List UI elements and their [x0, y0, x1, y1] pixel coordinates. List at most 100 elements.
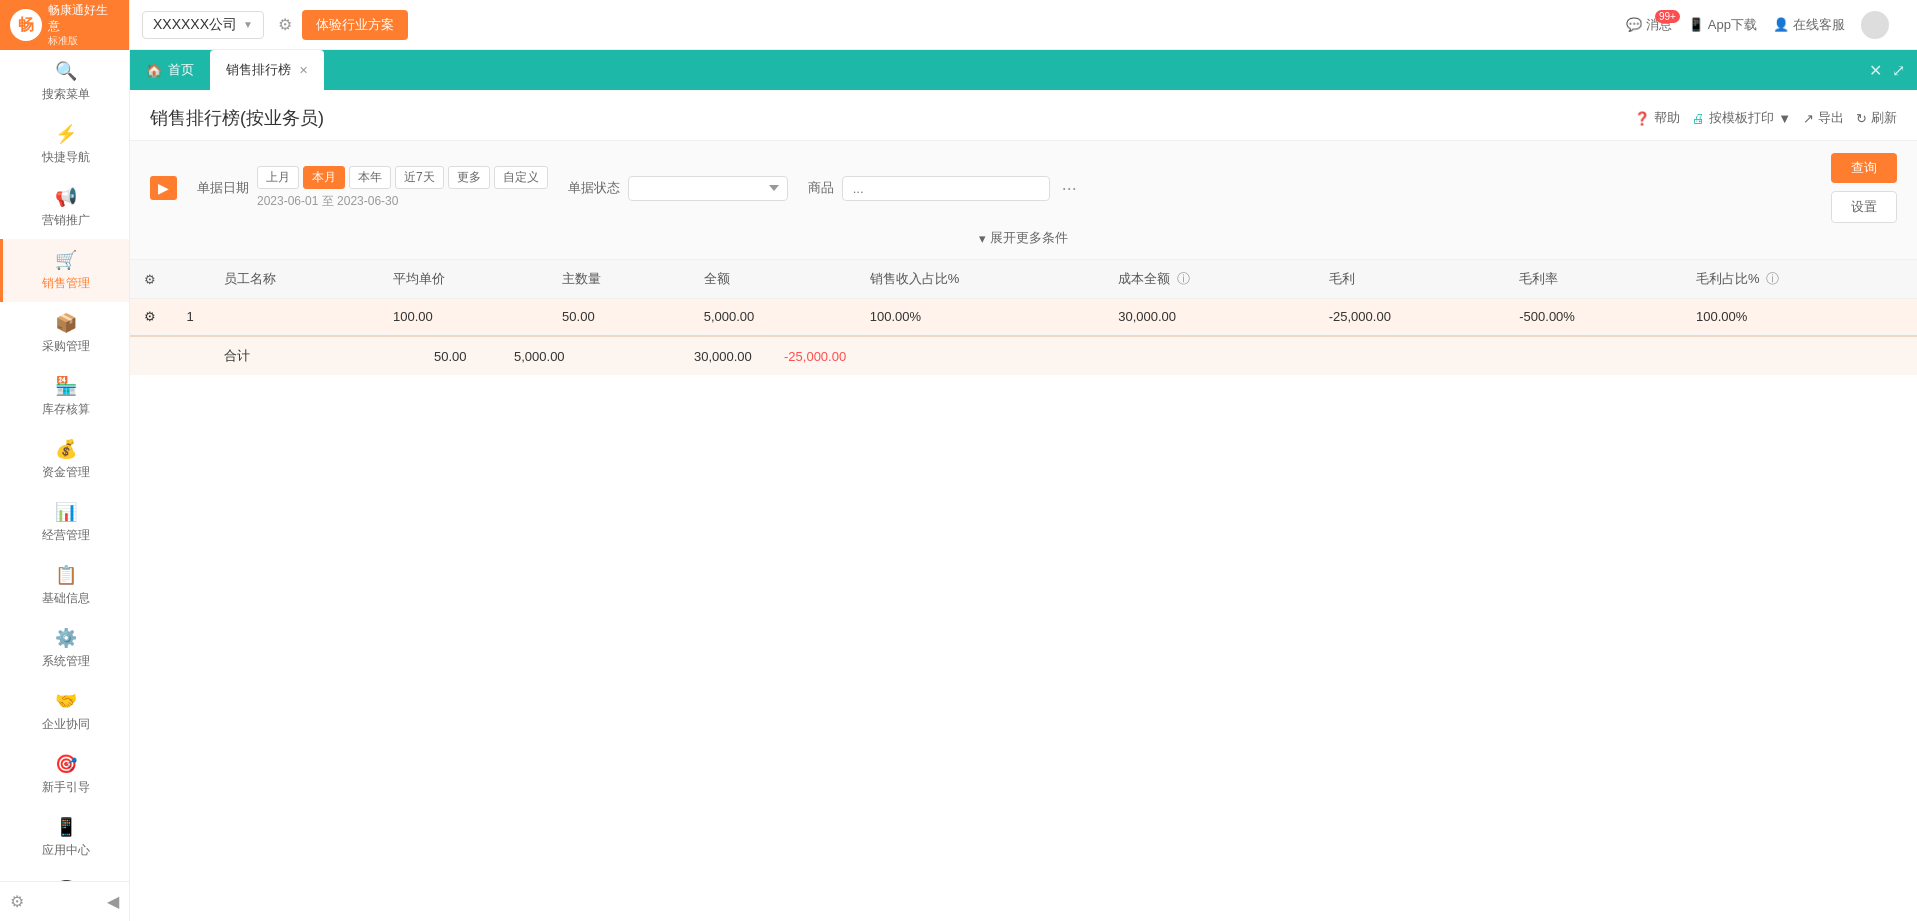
app-subtitle: 标准版: [48, 34, 119, 47]
home-icon: 🏠: [146, 63, 162, 78]
refresh-label: 刷新: [1871, 109, 1897, 127]
date-btn-this-month[interactable]: 本月: [303, 166, 345, 189]
date-btn-prev-month[interactable]: 上月: [257, 166, 299, 189]
close-window-icon[interactable]: ✕: [1869, 61, 1882, 80]
trial-button[interactable]: 体验行业方案: [302, 10, 408, 40]
filter-expand-arrow[interactable]: ▶: [150, 176, 177, 200]
sidebar-item-label-guide: 新手引导: [42, 779, 90, 796]
table-header-row: ⚙ 员工名称 平均单价 主数量 全额 销售收入占比% 成本全额 ⓘ 毛利 毛利率: [130, 260, 1917, 299]
table-footer: 合计 50.00 5,000.00 30,000.00 -25,000.00: [130, 335, 1917, 375]
sidebar-item-finance[interactable]: 💰 资金管理: [0, 428, 129, 491]
sidebar-item-marketing[interactable]: 📢 营销推广: [0, 176, 129, 239]
profit-pct-help-icon[interactable]: ⓘ: [1766, 271, 1779, 286]
sidebar-item-inventory[interactable]: 🏪 库存核算: [0, 365, 129, 428]
filter-row: ▶ 单据日期 上月 本月 本年 近7天 更多 自定义 20: [150, 153, 1897, 223]
sidebar-item-label-app-center: 应用中心: [42, 842, 90, 859]
export-label: 导出: [1818, 109, 1844, 127]
sidebar-item-basics[interactable]: 📋 基础信息: [0, 554, 129, 617]
sidebar-item-sales[interactable]: 🛒 销售管理: [0, 239, 129, 302]
tab-home-label: 首页: [168, 61, 194, 79]
row-settings[interactable]: ⚙: [130, 299, 170, 335]
sidebar-footer: ⚙ ◀: [0, 881, 129, 921]
help-button[interactable]: ❓ 帮助: [1634, 109, 1680, 127]
col-profit: 毛利: [1315, 260, 1506, 299]
date-btn-more[interactable]: 更多: [448, 166, 490, 189]
tab-close-icon[interactable]: ✕: [299, 64, 308, 77]
topbar: XXXXXX公司 ▼ ⚙ 体验行业方案 💬 消息 99+ 📱 App下载 👤 在…: [130, 0, 1917, 50]
sidebar-item-label-operations: 经营管理: [42, 527, 90, 544]
quick-nav-icon: ⚡: [55, 123, 77, 145]
company-selector[interactable]: XXXXXX公司 ▼: [142, 11, 264, 39]
filter-more-row: ▾ 展开更多条件: [150, 229, 1897, 247]
cost-help-icon[interactable]: ⓘ: [1177, 271, 1190, 286]
row-cost: 30,000.00: [1104, 299, 1315, 335]
avatar[interactable]: [1861, 11, 1889, 39]
message-icon: 💬: [1626, 17, 1642, 32]
system-icon: ⚙️: [55, 627, 77, 649]
collapse-icon[interactable]: ◀: [107, 892, 119, 911]
sidebar-item-purchase[interactable]: 📦 采购管理: [0, 302, 129, 365]
row-sales-pct: 100.00%: [856, 299, 1104, 335]
date-btn-7days[interactable]: 近7天: [395, 166, 444, 189]
status-select[interactable]: [628, 176, 788, 201]
sidebar-item-quick-nav[interactable]: ⚡ 快捷导航: [0, 113, 129, 176]
online-service-button[interactable]: 👤 在线客服: [1773, 16, 1845, 34]
export-button[interactable]: ↗ 导出: [1803, 109, 1844, 127]
table-area: ⚙ 员工名称 平均单价 主数量 全额 销售收入占比% 成本全额 ⓘ 毛利 毛利率: [130, 260, 1917, 921]
operations-icon: 📊: [55, 501, 77, 523]
date-filter-group: 单据日期 上月 本月 本年 近7天 更多 自定义 2023-06-01 至 20…: [197, 166, 548, 210]
sidebar-item-operations[interactable]: 📊 经营管理: [0, 491, 129, 554]
status-filter-label: 单据状态: [568, 179, 620, 197]
app-center-icon: 📱: [55, 816, 77, 838]
date-btn-custom[interactable]: 自定义: [494, 166, 548, 189]
col-rank: [170, 260, 210, 299]
sidebar-item-label-finance: 资金管理: [42, 464, 90, 481]
sidebar-item-cooperation[interactable]: 🤝 企业协同: [0, 680, 129, 743]
help-icon: ❓: [1634, 111, 1650, 126]
service-label: 在线客服: [1793, 16, 1845, 34]
table-row: ⚙ 1 100.00 50.00 5,000.00 100.00% 30,000…: [130, 299, 1917, 335]
app-download-button[interactable]: 📱 App下载: [1688, 16, 1757, 34]
expand-more-button[interactable]: ▾ 展开更多条件: [979, 229, 1068, 247]
sidebar-item-system[interactable]: ⚙️ 系统管理: [0, 617, 129, 680]
expand-more-icon: ▾: [979, 231, 986, 246]
sidebar-item-wechat[interactable]: 💬 企业微信: [0, 869, 129, 881]
table-settings-button[interactable]: 设置: [1831, 191, 1897, 223]
page-title: 销售排行榜(按业务员): [150, 106, 324, 130]
sidebar-item-guide[interactable]: 🎯 新手引导: [0, 743, 129, 806]
expand-icon[interactable]: ▶: [150, 176, 177, 200]
settings-icon[interactable]: ⚙: [10, 892, 24, 911]
sidebar-item-app-center[interactable]: 📱 应用中心: [0, 806, 129, 869]
col-settings[interactable]: ⚙: [130, 260, 170, 299]
goods-more-icon[interactable]: ···: [1062, 178, 1077, 199]
tab-sales-rank-label: 销售排行榜: [226, 61, 291, 79]
cooperation-icon: 🤝: [55, 690, 77, 712]
col-sales-pct: 销售收入占比%: [856, 260, 1104, 299]
query-button[interactable]: 查询: [1831, 153, 1897, 183]
message-button[interactable]: 💬 消息 99+: [1626, 16, 1672, 34]
refresh-button[interactable]: ↻ 刷新: [1856, 109, 1897, 127]
col-cost: 成本全额 ⓘ: [1104, 260, 1315, 299]
export-icon: ↗: [1803, 111, 1814, 126]
settings-icon[interactable]: ⚙: [278, 15, 292, 34]
tabbar-right: ✕ ⤢: [1869, 61, 1917, 80]
tab-home[interactable]: 🏠 首页: [130, 50, 210, 90]
goods-input[interactable]: [842, 176, 1050, 201]
row-amount: 5,000.00: [690, 299, 856, 335]
sidebar-item-label-basics: 基础信息: [42, 590, 90, 607]
tab-sales-rank[interactable]: 销售排行榜 ✕: [210, 50, 324, 90]
sidebar-nav: 🔍 搜索菜单 ⚡ 快捷导航 📢 营销推广 🛒 销售管理 📦 采购管理 🏪 库存核…: [0, 50, 129, 881]
table-body: ⚙ 1 100.00 50.00 5,000.00 100.00% 30,000…: [130, 299, 1917, 335]
marketing-icon: 📢: [55, 186, 77, 208]
sidebar-item-search[interactable]: 🔍 搜索菜单: [0, 50, 129, 113]
date-btn-this-year[interactable]: 本年: [349, 166, 391, 189]
page-header: 销售排行榜(按业务员) ❓ 帮助 🖨 按模板打印 ▼ ↗ 导出 ↻ 刷新: [130, 90, 1917, 141]
goods-filter-group: 商品 ···: [808, 176, 1077, 201]
inventory-icon: 🏪: [55, 375, 77, 397]
company-name: XXXXXX公司: [153, 16, 237, 34]
footer-profit: -25,000.00: [784, 349, 874, 364]
print-button[interactable]: 🖨 按模板打印 ▼: [1692, 109, 1791, 127]
maximize-icon[interactable]: ⤢: [1892, 61, 1905, 80]
date-filter-label: 单据日期: [197, 179, 249, 197]
footer-qty: 50.00: [434, 349, 514, 364]
